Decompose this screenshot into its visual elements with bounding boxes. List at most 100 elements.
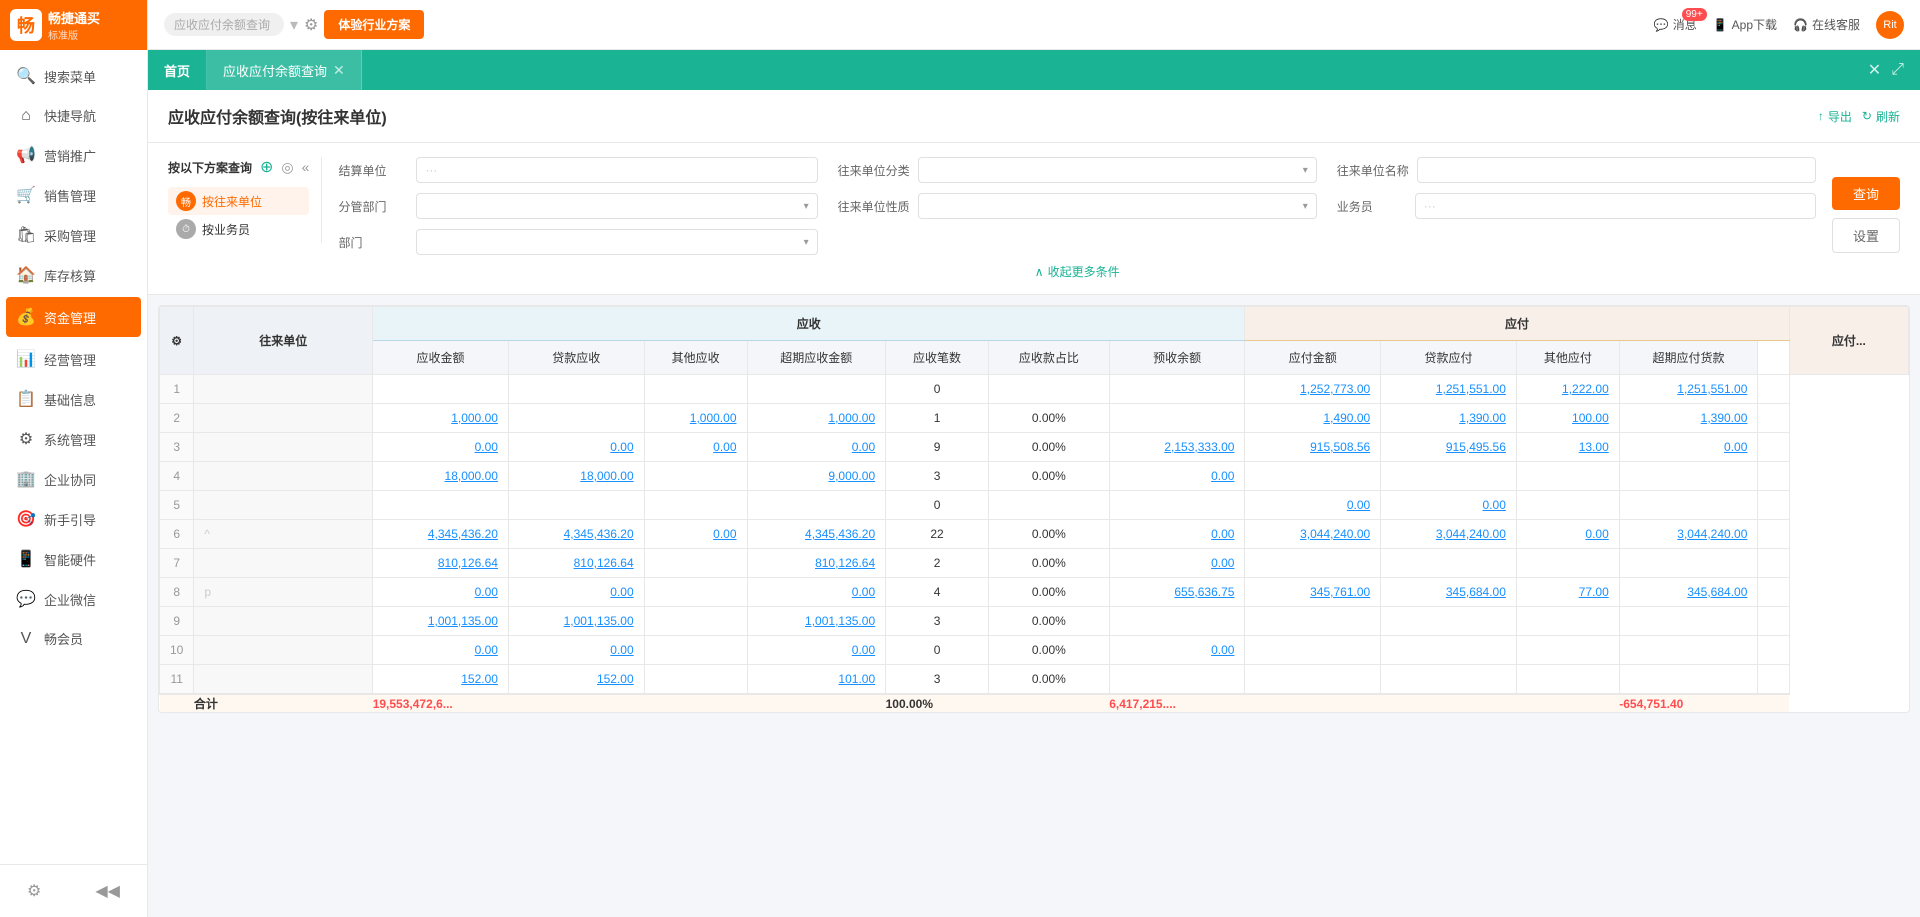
table-row: 418,000.0018,000.009,000.0030.00%0.00 [160, 462, 1909, 491]
search-menu-icon: 🔍 [16, 66, 36, 86]
th-ar-amount: 应收金额 [373, 341, 509, 375]
field-partner-nature: 往来单位性质 ▾ [838, 193, 1317, 219]
chevron-down-icon[interactable]: ▾ [290, 15, 298, 35]
bizmanage-icon: 📊 [16, 349, 36, 369]
th-ar-group: 应收 [373, 307, 1245, 341]
guide-icon: 🎯 [16, 509, 36, 529]
sidebar-item-basicinfo[interactable]: 📋 基础信息 [0, 379, 147, 419]
th-settings[interactable]: ⚙ [160, 307, 194, 375]
scheme-partner[interactable]: 畅 按往来单位 [168, 187, 309, 215]
maximize-window-icon[interactable]: ⤢ [1891, 61, 1904, 79]
sidebar-item-purchase[interactable]: 🛍 采购管理 [0, 215, 147, 255]
sidebar-item-bizmanage[interactable]: 📊 经营管理 [0, 339, 147, 379]
sidebar-settings-btn[interactable]: ⚙ [21, 875, 47, 907]
sidebar-item-sales[interactable]: 🛒 销售管理 [0, 175, 147, 215]
scheme-partner-icon: 畅 [176, 191, 196, 211]
th-ar-overdue: 超期应收金额 [747, 341, 886, 375]
service-icon: 🎧 [1793, 18, 1808, 32]
th-ap-loan: 贷款应付 [1381, 341, 1517, 375]
sidebar-item-finance[interactable]: 💰 资金管理 [6, 297, 141, 337]
th-ar-advance: 预收余额 [1109, 341, 1245, 375]
table-row: 91,001,135.001,001,135.001,001,135.0030.… [160, 607, 1909, 636]
sidebar-item-quicknav[interactable]: ⌂ 快捷导航 [0, 96, 147, 135]
salesperson-input[interactable]: ··· [1415, 193, 1816, 219]
query-settings-button[interactable]: 设置 [1832, 218, 1900, 253]
sidebar-collapse-btn[interactable]: ◀◀ [89, 875, 126, 907]
topbar-gear-icon[interactable]: ⚙ [304, 15, 318, 35]
table-area: ⚙ 往来单位 应收 应付 应付... 应收金额 贷款应收 其他应收 超期应收金额… [148, 295, 1920, 917]
field-partner-category: 往来单位分类 ▾ [838, 157, 1317, 183]
hardware-icon: 📱 [16, 549, 36, 569]
th-ap-overdue: 超期应付货款 [1619, 341, 1758, 375]
tab-home[interactable]: 首页 [148, 50, 207, 90]
sidebar-item-search[interactable]: 🔍 搜索菜单 [0, 56, 147, 96]
settings-scheme-btn[interactable]: ◎ [281, 159, 293, 176]
table-row: 21,000.001,000.001,000.0010.00%1,490.001… [160, 404, 1909, 433]
tab-bar: 首页 应收应付余额查询 ✕ ✕ ⤢ [148, 50, 1920, 90]
sidebar-item-wechat[interactable]: 💬 企业微信 [0, 579, 147, 619]
scheme-staff[interactable]: ⏱ 按业务员 [168, 215, 309, 243]
marketing-icon: 📢 [16, 145, 36, 165]
sidebar-item-enterprise[interactable]: 🏢 企业协同 [0, 459, 147, 499]
settlement-unit-input[interactable]: ··· [416, 157, 817, 183]
partner-nature-input[interactable]: ▾ [918, 193, 1317, 219]
table-row: 11152.00152.00101.0030.00% [160, 665, 1909, 695]
purchase-icon: 🛍 [16, 225, 36, 245]
dept-input[interactable]: ▾ [416, 229, 817, 255]
topbar-breadcrumb: 应收应付余额查询 [164, 13, 284, 36]
promo-button[interactable]: 体验行业方案 [324, 10, 424, 39]
th-ap-more: 应付... [1789, 307, 1908, 375]
enterprise-icon: 🏢 [16, 469, 36, 489]
query-fields-grid: 结算单位 ··· 往来单位分类 ▾ 往来单位名称 [338, 157, 1816, 255]
user-avatar[interactable]: Rit [1876, 11, 1904, 39]
sidebar-item-member[interactable]: V 畅会员 [0, 619, 147, 658]
field-dept-manage: 分管部门 ▾ [338, 193, 817, 219]
refresh-button[interactable]: ↻ 刷新 [1862, 108, 1900, 125]
page-header: 应收应付余额查询(按往来单位) ↑ 导出 ↻ 刷新 [148, 90, 1920, 143]
finance-icon: 💰 [16, 307, 36, 327]
app-download-action[interactable]: 📱 App下载 [1713, 16, 1777, 33]
close-window-icon[interactable]: ✕ [1868, 60, 1881, 80]
export-button[interactable]: ↑ 导出 [1818, 108, 1852, 125]
table-footer: 合计 19,553,472,6... 100.00% 6,417,215....… [160, 694, 1909, 712]
sidebar: 畅 畅捷通买 标准版 🔍 搜索菜单 ⌂ 快捷导航 📢 营销推广 🛒 销售管理 🛍… [0, 0, 148, 917]
sidebar-menu: 🔍 搜索菜单 ⌂ 快捷导航 📢 营销推广 🛒 销售管理 🛍 采购管理 🏠 库存核… [0, 50, 147, 864]
collapse-scheme-btn[interactable]: « [302, 159, 310, 175]
field-settlement-unit: 结算单位 ··· [338, 157, 817, 183]
data-table-wrapper: ⚙ 往来单位 应收 应付 应付... 应收金额 贷款应收 其他应收 超期应收金额… [158, 305, 1910, 713]
scheme-staff-label: 按业务员 [202, 221, 250, 238]
table-sub-header: 应收金额 贷款应收 其他应收 超期应收金额 应收笔数 应收款占比 预收余额 应付… [160, 341, 1909, 375]
message-action[interactable]: 💬 消息 99+ [1654, 16, 1697, 33]
table-row: 7810,126.64810,126.64810,126.6420.00%0.0… [160, 549, 1909, 578]
add-scheme-btn[interactable]: ⊕ [260, 157, 273, 177]
collapse-conditions-btn[interactable]: ∧ 收起更多条件 [1035, 263, 1120, 280]
partner-name-input[interactable] [1417, 157, 1816, 183]
collapse-row: ∧ 收起更多条件 [338, 263, 1816, 280]
topbar-actions: 💬 消息 99+ 📱 App下载 🎧 在线客服 Rit [1654, 11, 1904, 39]
logo-text: 畅捷通买 标准版 [48, 8, 100, 42]
sidebar-item-marketing[interactable]: 📢 营销推广 [0, 135, 147, 175]
sidebar-item-hardware[interactable]: 📱 智能硬件 [0, 539, 147, 579]
table-footer-row: 合计 19,553,472,6... 100.00% 6,417,215....… [160, 694, 1909, 712]
sidebar-item-sysmanage[interactable]: ⚙ 系统管理 [0, 419, 147, 459]
tab-close-btn[interactable]: ✕ [333, 62, 345, 79]
partner-category-input[interactable]: ▾ [918, 157, 1317, 183]
wechat-icon: 💬 [16, 589, 36, 609]
table-row: 30.000.000.000.0090.00%2,153,333.00915,5… [160, 433, 1909, 462]
page-header-actions: ↑ 导出 ↻ 刷新 [1818, 108, 1900, 125]
field-dept: 部门 ▾ [338, 229, 817, 255]
topbar: 应收应付余额查询 ▾ ⚙ 体验行业方案 💬 消息 99+ 📱 App下载 🎧 在… [148, 0, 1920, 50]
table-row: 100.000.000.0000.00%0.00 [160, 636, 1909, 665]
dept-manage-input[interactable]: ▾ [416, 193, 817, 219]
table-body: 101,252,773.001,251,551.001,222.001,251,… [160, 375, 1909, 695]
app-icon: 📱 [1713, 18, 1728, 32]
field-partner-name: 往来单位名称 [1337, 157, 1816, 183]
query-bar-title-row: 按以下方案查询 ⊕ ◎ « [168, 157, 309, 177]
tab-arbalance[interactable]: 应收应付余额查询 ✕ [207, 50, 362, 90]
online-service-action[interactable]: 🎧 在线客服 [1793, 16, 1860, 33]
home-icon: ⌂ [16, 107, 36, 125]
sidebar-item-guide[interactable]: 🎯 新手引导 [0, 499, 147, 539]
query-button[interactable]: 查询 [1832, 177, 1900, 210]
sidebar-item-inventory[interactable]: 🏠 库存核算 [0, 255, 147, 295]
inventory-icon: 🏠 [16, 265, 36, 285]
